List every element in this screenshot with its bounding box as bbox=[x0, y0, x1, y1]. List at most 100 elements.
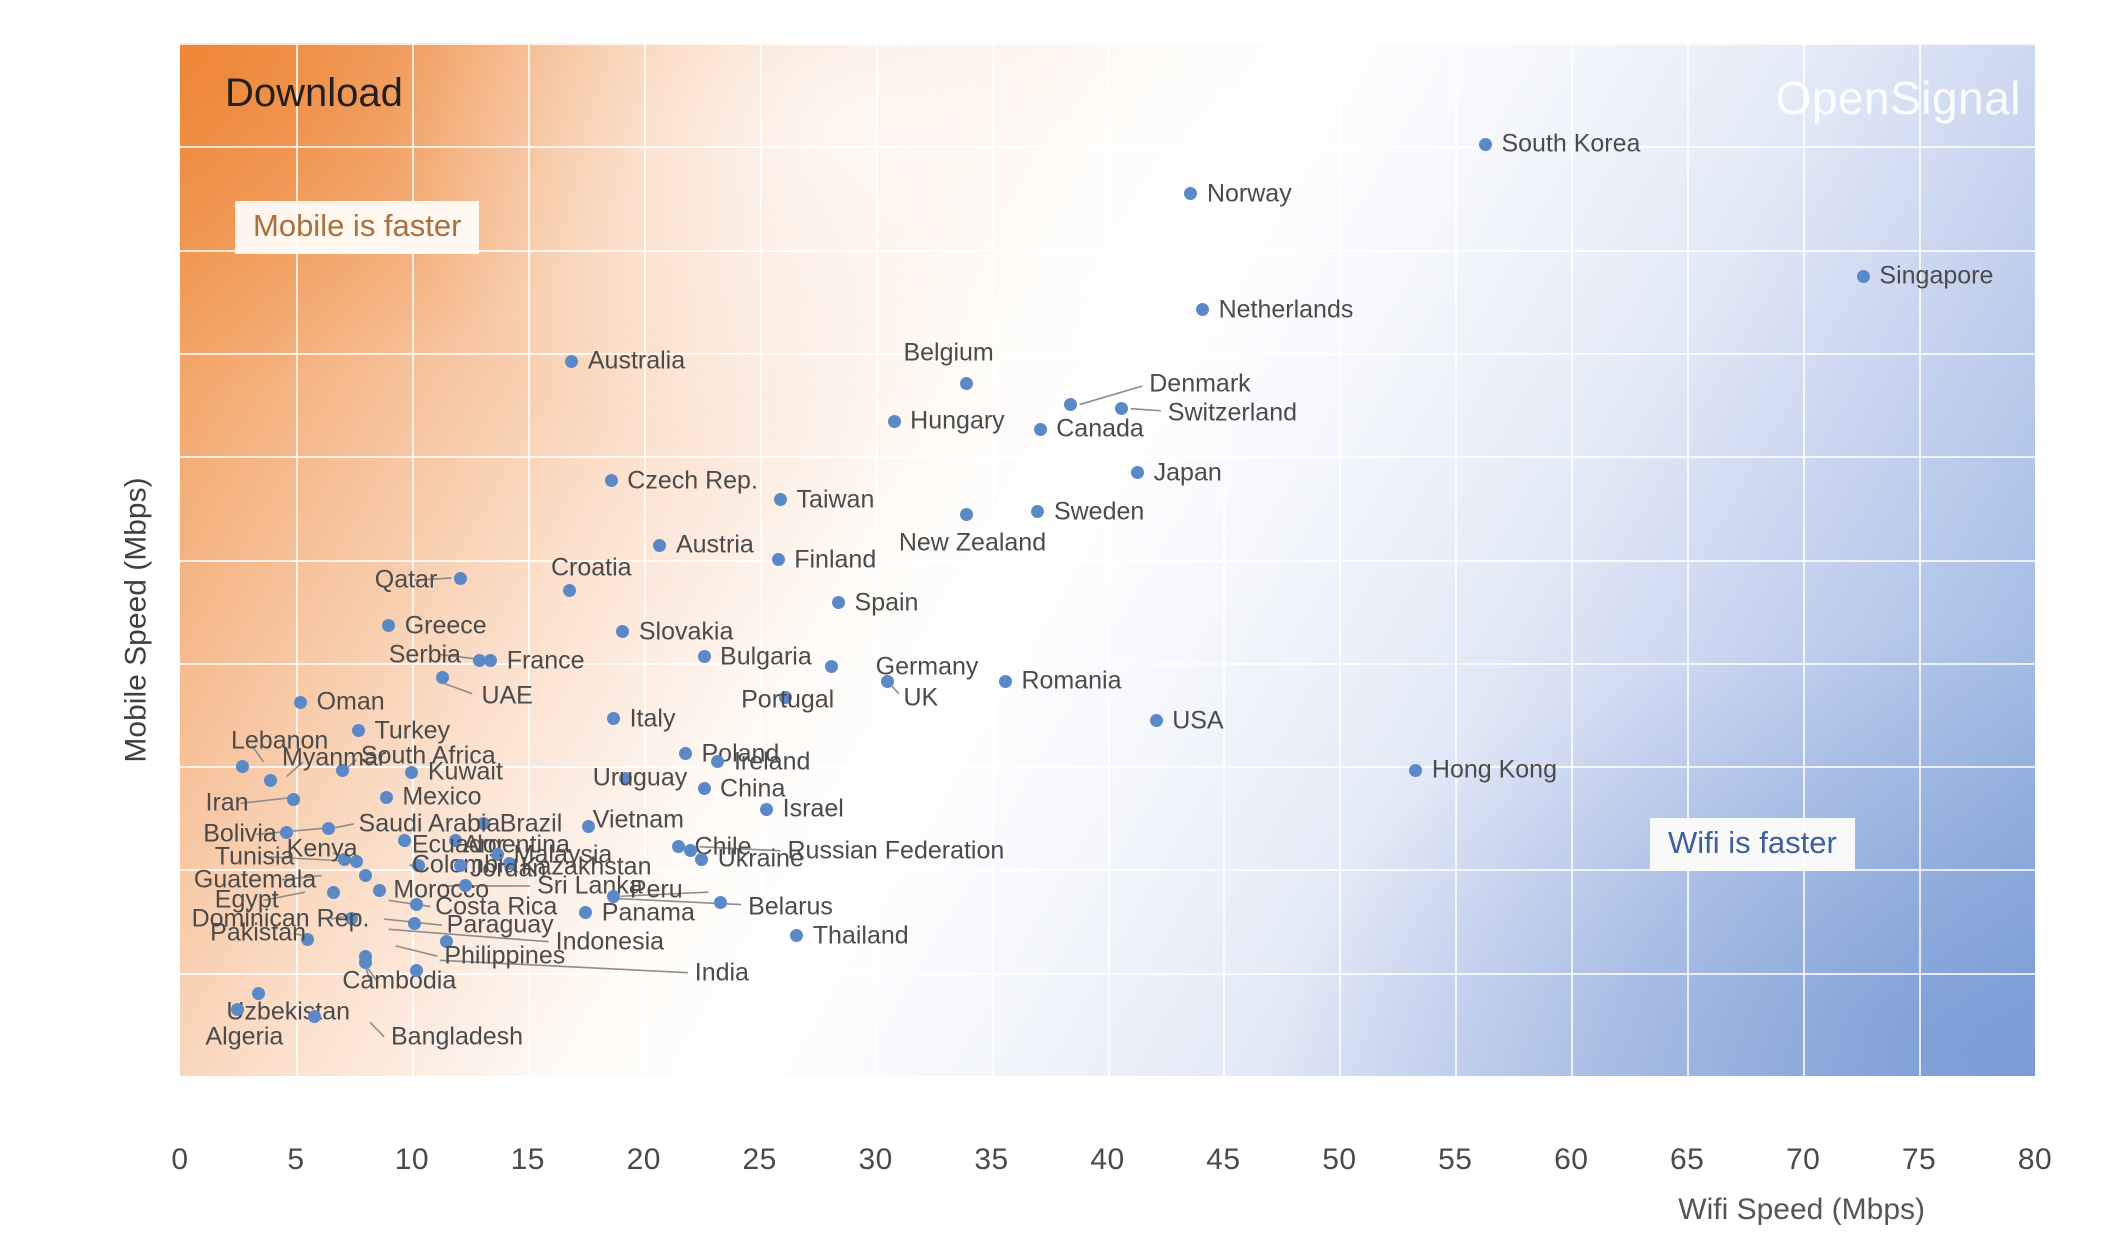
data-point[interactable] bbox=[321, 821, 335, 835]
data-point-label: Netherlands bbox=[1218, 295, 1354, 323]
data-point-label: Vietnam bbox=[592, 805, 684, 834]
data-point-label: Portugal bbox=[741, 685, 835, 714]
data-point[interactable] bbox=[294, 695, 308, 709]
data-point-label: USA bbox=[1172, 706, 1224, 735]
data-point[interactable] bbox=[1033, 422, 1047, 436]
x-tick-label: 75 bbox=[1901, 1143, 1937, 1176]
data-point[interactable] bbox=[1114, 402, 1128, 416]
data-point[interactable] bbox=[326, 885, 340, 899]
data-point-label: Pakistan bbox=[210, 918, 307, 947]
data-point-label: Australia bbox=[587, 346, 686, 375]
data-point-label: Croatia bbox=[551, 553, 632, 582]
data-point[interactable] bbox=[771, 553, 785, 566]
data-point[interactable] bbox=[695, 852, 709, 866]
data-point[interactable] bbox=[713, 895, 727, 909]
x-tick-label: 15 bbox=[510, 1143, 545, 1176]
data-point[interactable] bbox=[287, 792, 301, 806]
x-tick-label: 5 bbox=[287, 1143, 305, 1176]
data-point-label: Cambodia bbox=[342, 966, 457, 995]
data-point[interactable] bbox=[236, 759, 250, 773]
data-point[interactable] bbox=[372, 883, 386, 897]
data-point-label: Czech Rep. bbox=[627, 466, 758, 495]
x-tick-label: 60 bbox=[1554, 1143, 1589, 1176]
data-point[interactable] bbox=[359, 869, 372, 883]
data-point-label: China bbox=[720, 774, 786, 803]
data-point[interactable] bbox=[349, 854, 363, 868]
x-tick-label: 50 bbox=[1322, 1143, 1357, 1176]
data-point-label: Denmark bbox=[1149, 369, 1251, 398]
mobile-faster-callout: Mobile is faster bbox=[235, 201, 480, 254]
data-point-label: Bulgaria bbox=[720, 642, 812, 671]
data-point[interactable] bbox=[697, 782, 711, 796]
data-point-label: Sweden bbox=[1053, 497, 1145, 526]
data-point[interactable] bbox=[454, 858, 468, 872]
data-point[interactable] bbox=[435, 670, 449, 684]
data-point[interactable] bbox=[410, 898, 423, 912]
data-point-label: Hong Kong bbox=[1431, 755, 1557, 784]
data-point[interactable] bbox=[697, 650, 711, 664]
data-point[interactable] bbox=[1063, 398, 1077, 412]
data-point-label: Indonesia bbox=[555, 927, 665, 956]
data-point-label: Qatar bbox=[374, 565, 438, 594]
chart-root: Mobile Speed (Mbps) South Korea Norway Sin… bbox=[0, 0, 2114, 1240]
data-point-label: Taiwan bbox=[796, 485, 875, 514]
data-point-label: Kenya bbox=[286, 834, 358, 863]
data-point-label: Belgium bbox=[903, 338, 994, 367]
data-point-label: Paraguay bbox=[446, 910, 554, 939]
gridline-horizontal bbox=[180, 43, 2035, 45]
data-point-label: Uruguay bbox=[592, 763, 688, 792]
data-point-label: Mexico bbox=[402, 782, 482, 811]
data-point-label: Hungary bbox=[910, 406, 1005, 435]
data-point[interactable] bbox=[959, 507, 973, 521]
data-point-label: Ukraine bbox=[717, 844, 804, 873]
data-point-label: Austria bbox=[675, 530, 754, 559]
data-point[interactable] bbox=[263, 774, 277, 788]
gridline-horizontal bbox=[180, 972, 2035, 975]
data-point-label: Spain bbox=[854, 588, 919, 617]
data-point-label: Russian Federation bbox=[787, 836, 1005, 865]
x-tick-label: 35 bbox=[974, 1143, 1009, 1176]
data-point-label: India bbox=[694, 958, 749, 987]
x-tick-label: 65 bbox=[1670, 1143, 1705, 1176]
x-tick-label: 0 bbox=[171, 1143, 189, 1176]
data-point[interactable] bbox=[454, 571, 468, 585]
data-point[interactable] bbox=[959, 377, 973, 391]
x-tick-label: 25 bbox=[742, 1143, 777, 1176]
data-point-label: Oman bbox=[316, 687, 385, 716]
data-point[interactable] bbox=[563, 583, 577, 597]
data-point[interactable] bbox=[1196, 303, 1210, 316]
data-point[interactable] bbox=[407, 916, 421, 930]
data-point[interactable] bbox=[1149, 714, 1163, 728]
data-point-label: Finland bbox=[794, 545, 877, 573]
x-tick-label: 55 bbox=[1438, 1143, 1473, 1176]
data-point[interactable] bbox=[683, 844, 697, 858]
data-point-label: Panama bbox=[601, 898, 695, 927]
data-point-label: UAE bbox=[481, 681, 533, 710]
data-point[interactable] bbox=[653, 538, 667, 552]
data-point-label: France bbox=[506, 646, 585, 675]
data-point[interactable] bbox=[379, 790, 393, 804]
gridline-horizontal bbox=[180, 559, 2035, 562]
x-axis-title: Wifi Speed (Mbps) bbox=[1678, 1193, 1925, 1226]
data-point-label: Ireland bbox=[733, 747, 811, 776]
data-point[interactable] bbox=[887, 414, 901, 428]
data-point[interactable] bbox=[1478, 137, 1492, 151]
x-tick-label: 20 bbox=[626, 1143, 661, 1176]
data-point[interactable] bbox=[472, 654, 486, 668]
data-point[interactable] bbox=[998, 674, 1012, 688]
data-point[interactable] bbox=[565, 354, 579, 368]
opensignal-watermark: OpenSignal bbox=[1775, 72, 2021, 124]
data-point-label: South Korea bbox=[1501, 129, 1641, 158]
data-point[interactable] bbox=[1856, 269, 1870, 283]
x-tick-label: 70 bbox=[1785, 1143, 1821, 1176]
chart-title: Download bbox=[225, 71, 403, 115]
x-tick-label: 45 bbox=[1206, 1143, 1241, 1176]
data-point-label: Switzerland bbox=[1167, 398, 1298, 427]
data-point[interactable] bbox=[307, 1009, 321, 1023]
data-point[interactable] bbox=[880, 674, 894, 688]
x-tick-label: 10 bbox=[394, 1143, 430, 1176]
data-point-label: Israel bbox=[782, 794, 844, 823]
data-point-label: Serbia bbox=[388, 640, 461, 669]
x-tick-label: 80 bbox=[2017, 1143, 2053, 1176]
data-point-label: UK bbox=[903, 683, 939, 712]
